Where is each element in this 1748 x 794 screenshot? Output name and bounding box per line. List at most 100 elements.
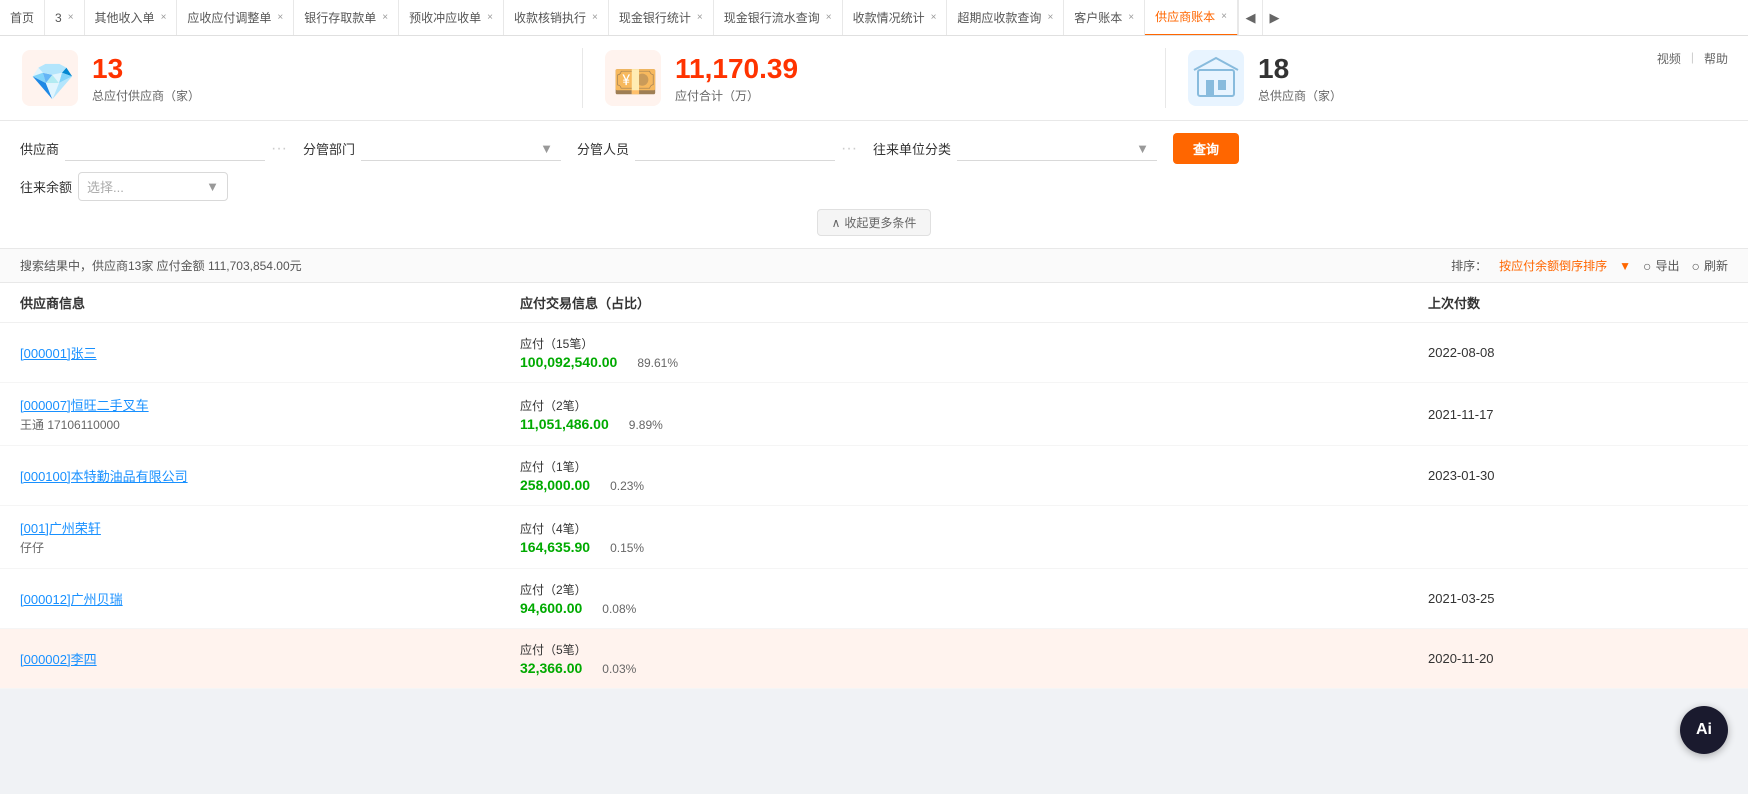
filter-dept: 分管部门 ▼ [303,137,561,161]
top-navigation: 首页 3 × 其他收入单 × 应收应付调整单 × 银行存取款单 × 预收冲应收单… [0,0,1748,36]
nav-tab-ar-ap-label: 应收应付调整单 [187,9,271,26]
trans-label-3: 应付（1笔） [520,458,1428,475]
nav-tab-overdue-close[interactable]: × [1047,12,1053,23]
table-row: [000001]张三 应付（15笔） 100,092,540.00 89.61%… [0,323,1748,383]
nav-tab-3-close[interactable]: × [68,12,74,23]
supplier-summary-content: 13 总应付供应商（家） [92,52,200,105]
ai-button[interactable]: Ai [1680,706,1728,754]
supplier-link-1[interactable]: [000001]张三 [20,346,97,361]
result-info: 搜索结果中，供应商13家 应付金额 111,703,854.00元 [20,257,302,274]
nav-tab-bank-close[interactable]: × [382,12,388,23]
nav-tab-customer-book-label: 客户账本 [1074,9,1122,26]
supplier-link-3[interactable]: [000100]本特勤油品有限公司 [20,469,188,484]
supplier-link-2[interactable]: [000007]恒旺二手叉车 [20,398,149,413]
help-link[interactable]: 帮助 [1704,50,1728,67]
nav-tab-prepaid[interactable]: 预收冲应收单 × [399,0,504,36]
supplier-sub-4: 仔仔 [20,539,520,556]
col-header-transaction: 应付交易信息（占比） [520,293,1428,312]
sort-label: 排序： [1451,257,1487,274]
supplier-filter-input[interactable] [65,137,265,161]
sort-select[interactable]: 按应付余额倒序排序 [1499,257,1607,274]
filter-supplier: 供应商 ··· [20,137,287,161]
nav-tab-home[interactable]: 首页 [0,0,45,36]
nav-tab-cash-flow-close[interactable]: × [826,12,832,23]
person-filter-label: 分管人员 [577,139,629,158]
col-header-supplier: 供应商信息 [20,293,520,312]
supplier-icon: 💎 [20,48,80,108]
supplier-link-5[interactable]: [000012]广州贝瑞 [20,592,123,607]
balance-filter-select[interactable]: 选择... ▼ [78,172,228,201]
transaction-cell-5: 应付（2笔） 94,600.00 0.08% [520,581,1428,616]
nav-tab-customer-book-close[interactable]: × [1128,12,1134,23]
search-button[interactable]: 查询 [1173,133,1239,164]
trans-amount-1: 100,092,540.00 [520,354,617,370]
nav-tab-payment-stat[interactable]: 收款情况统计 × [843,0,948,36]
export-label: 导出 [1656,257,1680,274]
nav-tab-supplier-book-label: 供应商账本 [1155,8,1215,25]
person-filter-input[interactable] [635,137,835,161]
nav-tab-overdue[interactable]: 超期应收款查询 × [947,0,1064,36]
balance-select-arrow: ▼ [206,179,219,194]
refresh-icon: ○ [1692,258,1700,274]
nav-tab-prepaid-close[interactable]: × [487,12,493,23]
video-link[interactable]: 视频 [1657,50,1681,67]
supplier-link-4[interactable]: [001]广州荣轩 [20,521,101,536]
category-filter-select[interactable]: ▼ [957,137,1157,161]
nav-tab-ar-ap[interactable]: 应收应付调整单 × [177,0,294,36]
table-row: [001]广州荣轩 仔仔 应付（4笔） 164,635.90 0.15% [0,506,1748,569]
nav-tab-cash-flow-label: 现金银行流水查询 [724,9,820,26]
supplier-cell-3: [000100]本特勤油品有限公司 [20,466,520,485]
nav-tab-payment-verify-close[interactable]: × [592,12,598,23]
trans-label-2: 应付（2笔） [520,397,1428,414]
trans-amount-3: 258,000.00 [520,477,590,493]
transaction-cell-1: 应付（15笔） 100,092,540.00 89.61% [520,335,1428,370]
supplier-link-6[interactable]: [000002]李四 [20,652,97,667]
nav-tab-ar-ap-close[interactable]: × [277,12,283,23]
trans-label-6: 应付（5笔） [520,641,1428,658]
nav-tab-overdue-label: 超期应收款查询 [957,9,1041,26]
supplier-cell-1: [000001]张三 [20,343,520,362]
nav-tab-payment-stat-close[interactable]: × [931,12,937,23]
trans-percent-6: 0.03% [602,662,636,676]
category-select-arrow: ▼ [1136,141,1149,156]
trans-amount-2: 11,051,486.00 [520,416,609,432]
nav-tab-supplier-book-close[interactable]: × [1221,11,1227,22]
nav-tab-3[interactable]: 3 × [45,0,85,36]
nav-tab-other-income-close[interactable]: × [161,12,167,23]
nav-prev-arrow[interactable]: ◀ [1238,0,1262,36]
last-pay-cell-1: 2022-08-08 [1428,345,1728,360]
nav-tab-customer-book[interactable]: 客户账本 × [1064,0,1145,36]
nav-tab-cash-flow[interactable]: 现金银行流水查询 × [714,0,843,36]
person-filter-dots[interactable]: ··· [841,140,857,158]
total-summary-content: 18 总供应商（家） [1258,52,1342,105]
total-payable-suppliers: 13 [92,52,200,86]
nav-tab-payment-verify-label: 收款核销执行 [514,9,586,26]
filter-balance: 往来余额 选择... ▼ [20,172,228,201]
trans-amount-6: 32,366.00 [520,660,582,676]
store-icon [1186,48,1246,108]
supplier-cell-4: [001]广州荣轩 仔仔 [20,518,520,556]
sort-arrow-icon: ▼ [1619,259,1631,273]
supplier-filter-dots[interactable]: ··· [271,140,287,158]
refresh-button[interactable]: ○ 刷新 [1692,257,1728,274]
dept-filter-select[interactable]: ▼ [361,137,561,161]
nav-tab-payment-verify[interactable]: 收款核销执行 × [504,0,609,36]
top-right-links: 视频 | 帮助 [1657,50,1728,67]
table-row: [000002]李四 应付（5笔） 32,366.00 0.03% 2020-1… [0,629,1748,689]
nav-tab-supplier-book[interactable]: 供应商账本 × [1145,0,1238,36]
nav-tab-home-label: 首页 [10,9,34,26]
supplier-cell-6: [000002]李四 [20,649,520,668]
nav-next-arrow[interactable]: ▶ [1262,0,1286,36]
total-payable-amount-label: 应付合计（万） [675,87,798,104]
nav-tab-other-income[interactable]: 其他收入单 × [85,0,178,36]
ai-label: Ai [1696,721,1712,739]
trans-percent-1: 89.61% [637,356,678,370]
nav-tab-bank[interactable]: 银行存取款单 × [294,0,399,36]
nav-tab-cash-stat[interactable]: 现金银行统计 × [609,0,714,36]
filter-person: 分管人员 ··· [577,137,857,161]
collapse-button[interactable]: ∧ 收起更多条件 [817,209,932,236]
nav-tab-cash-stat-close[interactable]: × [697,12,703,23]
trans-percent-5: 0.08% [602,602,636,616]
last-pay-cell-3: 2023-01-30 [1428,468,1728,483]
export-button[interactable]: ○ 导出 [1643,257,1679,274]
